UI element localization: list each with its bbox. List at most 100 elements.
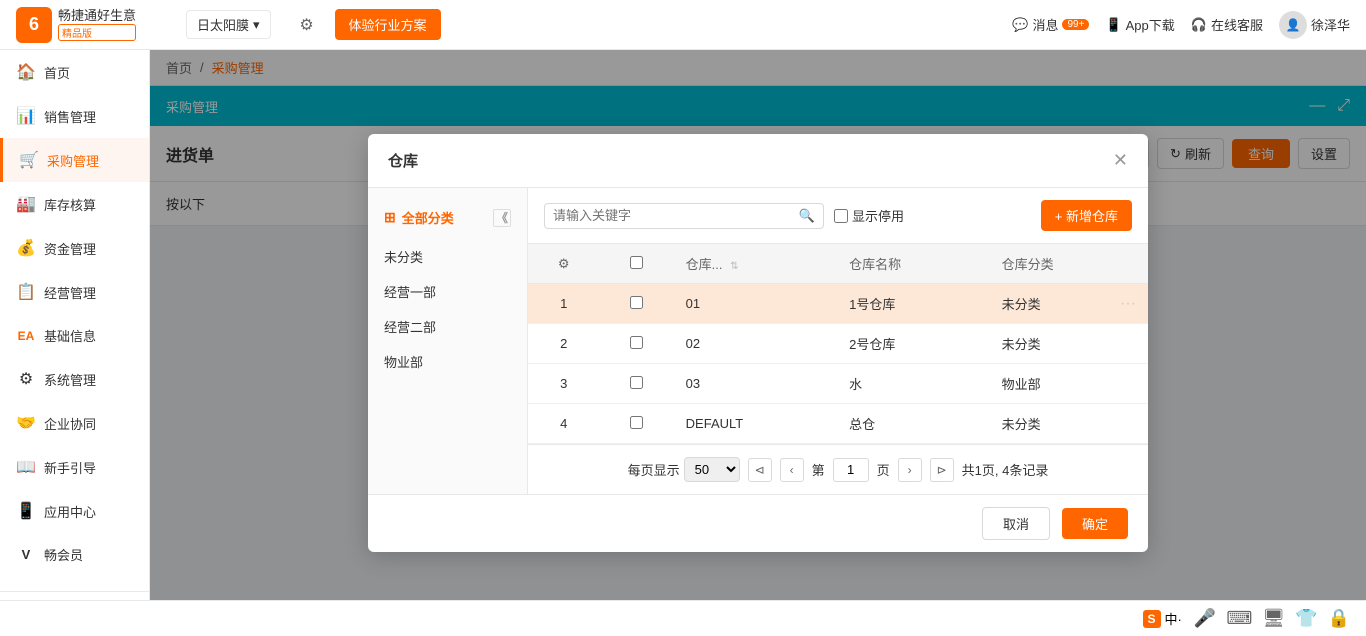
- search-input[interactable]: [553, 208, 793, 223]
- logo-icon: 6: [16, 7, 52, 43]
- sidebar-item-label: 销售管理: [44, 107, 96, 126]
- settings-icon[interactable]: ⚙: [291, 9, 323, 41]
- cancel-button[interactable]: 取消: [982, 507, 1050, 540]
- sidebar-item-enterprise[interactable]: 🤝 企业协同: [0, 401, 149, 445]
- modal-sidebar-item-3[interactable]: 物业部: [368, 344, 527, 379]
- row-checkbox[interactable]: [599, 324, 673, 364]
- modal-pagination: 每页显示 50 10 20 100 ⊲ ‹ 第: [528, 444, 1148, 494]
- sidebar-item-label: 首页: [44, 63, 70, 82]
- purchase-icon: 🛒: [19, 150, 39, 170]
- customer-service-item[interactable]: 🎧 在线客服: [1191, 15, 1263, 34]
- row-index: 3: [528, 364, 599, 404]
- sidebar-item-purchase[interactable]: 🛒 采购管理: [0, 138, 149, 182]
- warehouse-table: ⚙ 仓库... ⇅ 仓库名称: [528, 244, 1148, 444]
- row-name: 总仓: [837, 404, 989, 444]
- user-name: 徐泽华: [1311, 15, 1350, 34]
- modal-sidebar-item-0[interactable]: 未分类: [368, 239, 527, 274]
- basic-info-icon: EA: [16, 329, 36, 343]
- table-row[interactable]: 2 02 2号仓库 未分类: [528, 324, 1148, 364]
- table-row[interactable]: 1 01 1号仓库 未分类···: [528, 284, 1148, 324]
- avatar: 👤: [1279, 11, 1307, 39]
- table-body: 1 01 1号仓库 未分类··· 2 02 2号仓库 未分类 3 03 水 物业…: [528, 284, 1148, 444]
- mobile-icon: 📱: [1105, 17, 1121, 33]
- per-page-select[interactable]: 50 10 20 100: [684, 457, 740, 482]
- sidebar: 🏠 首页 📊 销售管理 🛒 采购管理 🏭 库存核算 💰 资金管理 📋 经营管理 …: [0, 50, 150, 636]
- sidebar-item-apps[interactable]: 📱 应用中心: [0, 489, 149, 533]
- user-item[interactable]: 👤 徐泽华: [1279, 11, 1350, 39]
- search-icon: 🔍: [799, 208, 815, 224]
- sidebar-item-basic-info[interactable]: EA 基础信息: [0, 314, 149, 357]
- page-input[interactable]: [833, 458, 869, 482]
- show-disabled-label[interactable]: 显示停用: [834, 206, 904, 225]
- row-index: 1: [528, 284, 599, 324]
- sidebar-item-vip[interactable]: V 畅会员: [0, 533, 149, 576]
- total-info: 共1页, 4条记录: [962, 460, 1049, 479]
- row-index: 2: [528, 324, 599, 364]
- customer-service-label: 在线客服: [1211, 15, 1263, 34]
- first-page-button[interactable]: ⊲: [748, 458, 772, 482]
- add-warehouse-button[interactable]: + 新增仓库: [1041, 200, 1132, 231]
- modal-sidebar-item-2[interactable]: 经营二部: [368, 309, 527, 344]
- col-checkbox: [599, 244, 673, 284]
- show-disabled-text: 显示停用: [852, 206, 904, 225]
- last-page-button[interactable]: ⊳: [930, 458, 954, 482]
- row-index: 4: [528, 404, 599, 444]
- sidebar-item-home[interactable]: 🏠 首页: [0, 50, 149, 94]
- sidebar-item-sales[interactable]: 📊 销售管理: [0, 94, 149, 138]
- row-checkbox[interactable]: [599, 284, 673, 324]
- page-label: 第: [812, 460, 825, 479]
- sidebar-item-inventory[interactable]: 🏭 库存核算: [0, 182, 149, 226]
- lock-icon[interactable]: 🔒: [1328, 608, 1350, 629]
- enterprise-icon: 🤝: [16, 413, 36, 433]
- row-name: 水: [837, 364, 989, 404]
- message-icon: 💬: [1012, 17, 1028, 33]
- modal-all-label: 全部分类: [402, 208, 454, 227]
- modal-header: 仓库 ✕: [368, 134, 1148, 188]
- store-selector[interactable]: 日太阳膜 ▾: [186, 10, 271, 39]
- row-checkbox[interactable]: [599, 404, 673, 444]
- table-row[interactable]: 4 DEFAULT 总仓 未分类: [528, 404, 1148, 444]
- sidebar-item-operations[interactable]: 📋 经营管理: [0, 270, 149, 314]
- top-header: 6 畅捷通好生意 精品版 日太阳膜 ▾ ⚙ 体验行业方案 💬 消息 99+ 📱 …: [0, 0, 1366, 50]
- page-suffix: 页: [877, 460, 890, 479]
- finance-icon: 💰: [16, 238, 36, 258]
- modal-table: ⚙ 仓库... ⇅ 仓库名称: [528, 244, 1148, 444]
- operations-icon: 📋: [16, 282, 36, 302]
- table-header-row: ⚙ 仓库... ⇅ 仓库名称: [528, 244, 1148, 284]
- confirm-button[interactable]: 确定: [1062, 508, 1128, 539]
- s-logo-icon: S: [1143, 610, 1161, 628]
- show-disabled-checkbox[interactable]: [834, 209, 848, 223]
- row-actions-icon[interactable]: ···: [1120, 295, 1136, 313]
- shirt-icon[interactable]: 👕: [1295, 608, 1317, 629]
- col-code: 仓库... ⇅: [674, 244, 838, 284]
- trial-button[interactable]: 体验行业方案: [335, 9, 441, 40]
- row-code: 03: [674, 364, 838, 404]
- table-head: ⚙ 仓库... ⇅ 仓库名称: [528, 244, 1148, 284]
- monitor-icon[interactable]: 🖥: [1262, 608, 1285, 629]
- mic-icon[interactable]: 🎤: [1194, 608, 1216, 629]
- bottom-icons: 🎤 ⌨ 🖥 👕 🔒: [1194, 608, 1350, 629]
- sidebar-item-guide[interactable]: 📖 新手引导: [0, 445, 149, 489]
- app-download-item[interactable]: 📱 App下载: [1105, 15, 1174, 34]
- inventory-icon: 🏭: [16, 194, 36, 214]
- collapse-button[interactable]: 《: [493, 209, 511, 227]
- modal-sidebar-item-1[interactable]: 经营一部: [368, 274, 527, 309]
- sidebar-item-label: 采购管理: [47, 151, 99, 170]
- headphone-icon: 🎧: [1191, 17, 1207, 33]
- select-all-checkbox[interactable]: [630, 256, 643, 269]
- sales-icon: 📊: [16, 106, 36, 126]
- guide-icon: 📖: [16, 457, 36, 477]
- modal-close-button[interactable]: ✕: [1113, 150, 1128, 171]
- table-row[interactable]: 3 03 水 物业部: [528, 364, 1148, 404]
- modal-sidebar-header[interactable]: ⊞ 全部分类 《: [368, 200, 527, 239]
- sidebar-item-system[interactable]: ⚙ 系统管理: [0, 357, 149, 401]
- settings-col-icon: ⚙: [558, 256, 570, 271]
- row-checkbox[interactable]: [599, 364, 673, 404]
- next-page-button[interactable]: ›: [898, 458, 922, 482]
- keyboard-icon[interactable]: ⌨: [1226, 608, 1252, 629]
- sidebar-item-finance[interactable]: 💰 资金管理: [0, 226, 149, 270]
- notifications-item[interactable]: 💬 消息 99+: [1012, 15, 1089, 34]
- prev-page-button[interactable]: ‹: [780, 458, 804, 482]
- row-name: 2号仓库: [837, 324, 989, 364]
- modal-overlay: 仓库 ✕ ⊞ 全部分类 《 未分类 经营一部 经营二部: [150, 50, 1366, 636]
